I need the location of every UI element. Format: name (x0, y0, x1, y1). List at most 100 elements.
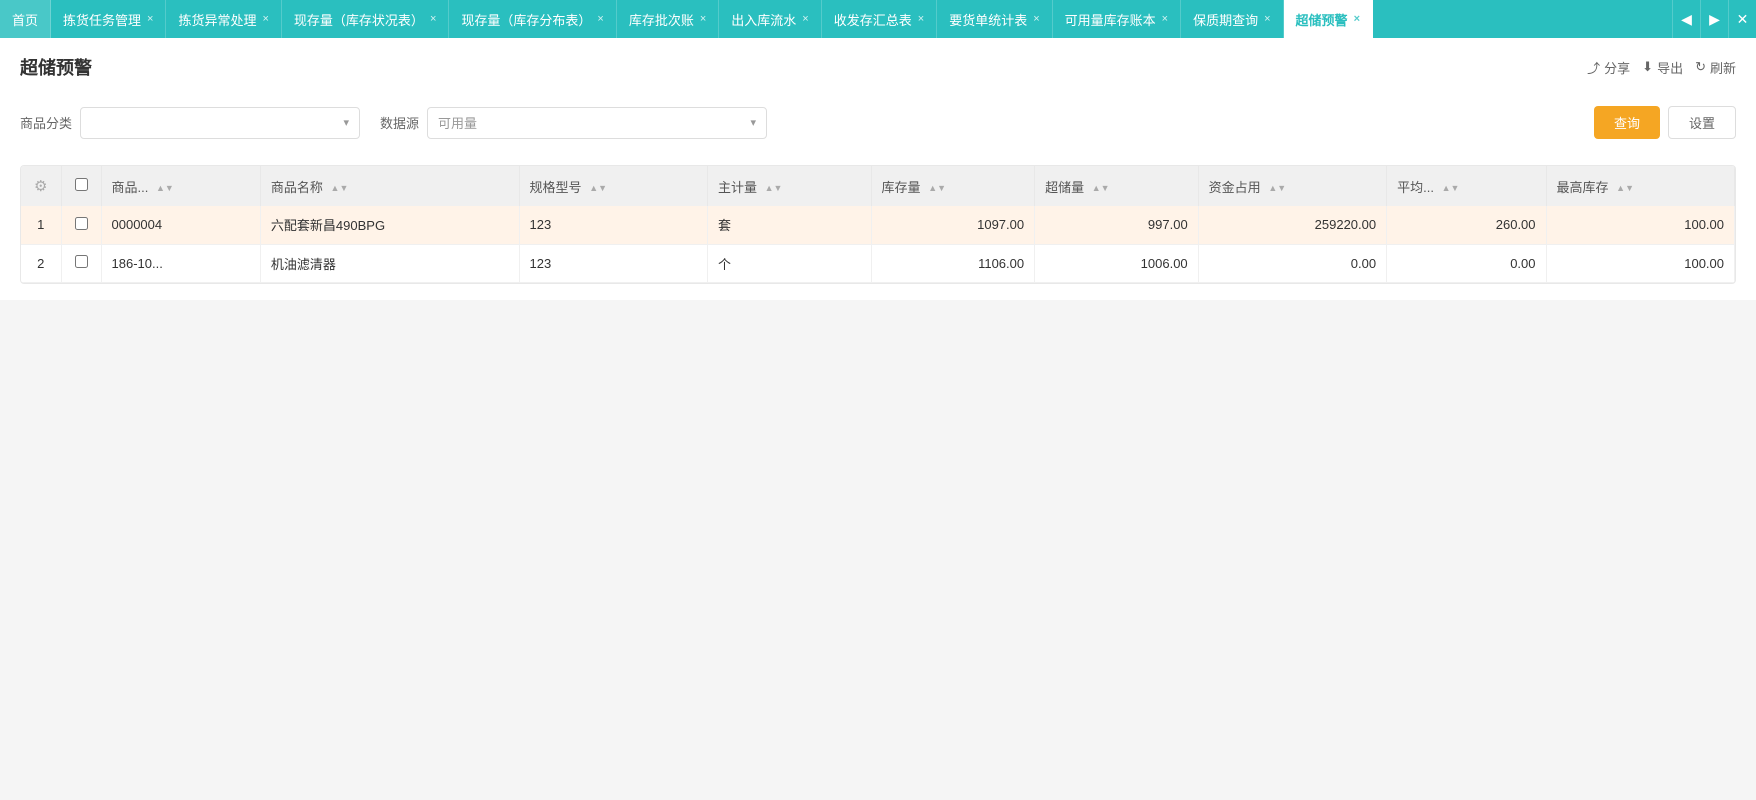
row-capital: 0.00 (1198, 244, 1386, 282)
nav-item-summary[interactable]: 收发存汇总表 × (822, 0, 937, 38)
nav-item-flow[interactable]: 出入库流水 × (719, 0, 821, 38)
nav-item-task-mgmt[interactable]: 拣货任务管理 × (51, 0, 166, 38)
row-overstock: 1006.00 (1035, 244, 1199, 282)
nav-item-home[interactable]: 首页 (0, 0, 51, 38)
row-checkbox-cell (61, 244, 101, 282)
row-checkbox-cell (61, 206, 101, 244)
close-icon[interactable]: × (262, 13, 268, 25)
close-icon[interactable]: × (1354, 13, 1360, 25)
row-stock: 1097.00 (871, 206, 1035, 244)
nav-item-order-stat[interactable]: 要货单统计表 × (937, 0, 1052, 38)
sort-icon[interactable]: ▲▼ (589, 184, 607, 193)
row-checkbox[interactable] (75, 255, 88, 268)
row-num-cell: 1 (21, 206, 61, 244)
sort-icon[interactable]: ▲▼ (765, 184, 783, 193)
category-select[interactable]: ▾ (80, 107, 360, 139)
row-unit: 套 (707, 206, 871, 244)
table-row: 1 0000004 六配套新昌490BPG 123 套 1097.00 997.… (21, 206, 1735, 244)
row-name: 六配套新昌490BPG (260, 206, 519, 244)
nav-close-button[interactable]: ✕ (1728, 0, 1756, 38)
export-icon: ⬇ (1642, 59, 1653, 75)
sort-icon[interactable]: ▲▼ (1616, 184, 1634, 193)
refresh-button[interactable]: ↻ 刷新 (1695, 58, 1736, 77)
settings-button[interactable]: 设置 (1668, 106, 1736, 139)
col-stock: 库存量 ▲▼ (871, 166, 1035, 206)
close-icon[interactable]: × (1264, 13, 1270, 25)
filter-buttons: 查询 设置 (1594, 106, 1736, 139)
sort-icon[interactable]: ▲▼ (1092, 184, 1110, 193)
select-all-cell (61, 166, 101, 206)
row-max-stock: 100.00 (1546, 206, 1734, 244)
row-num-cell: 2 (21, 244, 61, 282)
nav-arrows: ◀ ▶ ✕ (1672, 0, 1756, 38)
nav-item-quality[interactable]: 保质期查询 × (1181, 0, 1283, 38)
data-table-container: ⚙ 商品... ▲▼ 商品名称 ▲▼ 规格型号 ▲▼ (20, 165, 1736, 284)
col-unit: 主计量 ▲▼ (707, 166, 871, 206)
col-spec: 规格型号 ▲▼ (519, 166, 707, 206)
row-stock: 1106.00 (871, 244, 1035, 282)
nav-item-exception[interactable]: 拣货异常处理 × (166, 0, 281, 38)
category-filter: 商品分类 ▾ (20, 107, 360, 139)
nav-item-available[interactable]: 可用量库存账本 × (1053, 0, 1181, 38)
nav-item-stock-dist[interactable]: 现存量（库存分布表） × (449, 0, 616, 38)
col-capital: 资金占用 ▲▼ (1198, 166, 1386, 206)
datasource-select[interactable]: 可用量 ▾ (427, 107, 767, 139)
category-label: 商品分类 (20, 113, 72, 132)
settings-gear-cell: ⚙ (21, 166, 61, 206)
data-table: ⚙ 商品... ▲▼ 商品名称 ▲▼ 规格型号 ▲▼ (21, 166, 1735, 283)
row-name: 机油滤清器 (260, 244, 519, 282)
nav-next-button[interactable]: ▶ (1700, 0, 1728, 38)
row-spec: 123 (519, 206, 707, 244)
page-title: 超储预警 (20, 54, 92, 80)
share-icon: ⤴ (1587, 58, 1600, 77)
query-button[interactable]: 查询 (1594, 106, 1660, 139)
col-max-stock: 最高库存 ▲▼ (1546, 166, 1734, 206)
gear-icon[interactable]: ⚙ (34, 178, 47, 195)
close-icon[interactable]: × (1033, 13, 1039, 25)
row-avg: 0.00 (1387, 244, 1546, 282)
header-actions: ⤴ 分享 ⬇ 导出 ↻ 刷新 (1587, 58, 1736, 77)
sort-icon[interactable]: ▲▼ (156, 184, 174, 193)
nav-item-stock-status[interactable]: 现存量（库存状况表） × (282, 0, 449, 38)
close-icon[interactable]: × (918, 13, 924, 25)
row-code: 0000004 (101, 206, 260, 244)
table-header-row: ⚙ 商品... ▲▼ 商品名称 ▲▼ 规格型号 ▲▼ (21, 166, 1735, 206)
row-spec: 123 (519, 244, 707, 282)
sort-icon[interactable]: ▲▼ (928, 184, 946, 193)
close-icon[interactable]: × (147, 13, 153, 25)
row-avg: 260.00 (1387, 206, 1546, 244)
select-all-checkbox[interactable] (75, 178, 88, 191)
datasource-filter: 数据源 可用量 ▾ (380, 107, 767, 139)
filter-bar: 商品分类 ▾ 数据源 可用量 ▾ 查询 设置 (20, 96, 1736, 149)
top-navigation: 首页 拣货任务管理 × 拣货异常处理 × 现存量（库存状况表） × 现存量（库存… (0, 0, 1756, 38)
col-overstock: 超储量 ▲▼ (1035, 166, 1199, 206)
close-icon[interactable]: × (430, 13, 436, 25)
row-overstock: 997.00 (1035, 206, 1199, 244)
close-icon[interactable]: × (1162, 13, 1168, 25)
row-code: 186-10... (101, 244, 260, 282)
sort-icon[interactable]: ▲▼ (1442, 184, 1460, 193)
share-button[interactable]: ⤴ 分享 (1587, 58, 1630, 77)
chevron-down-icon: ▾ (751, 116, 757, 129)
page-header: 超储预警 ⤴ 分享 ⬇ 导出 ↻ 刷新 (20, 54, 1736, 80)
row-capital: 259220.00 (1198, 206, 1386, 244)
close-icon[interactable]: × (597, 13, 603, 25)
sort-icon[interactable]: ▲▼ (1268, 184, 1286, 193)
refresh-icon: ↻ (1695, 59, 1706, 75)
page-content: 超储预警 ⤴ 分享 ⬇ 导出 ↻ 刷新 商品分类 ▾ 数据源 (0, 38, 1756, 300)
row-max-stock: 100.00 (1546, 244, 1734, 282)
row-checkbox[interactable] (75, 217, 88, 230)
close-icon[interactable]: × (802, 13, 808, 25)
nav-item-overstock[interactable]: 超储预警 × (1284, 0, 1373, 38)
chevron-down-icon: ▾ (343, 116, 349, 129)
col-code: 商品... ▲▼ (101, 166, 260, 206)
row-unit: 个 (707, 244, 871, 282)
datasource-label: 数据源 (380, 113, 419, 132)
sort-icon[interactable]: ▲▼ (331, 184, 349, 193)
nav-prev-button[interactable]: ◀ (1672, 0, 1700, 38)
export-button[interactable]: ⬇ 导出 (1642, 58, 1683, 77)
close-icon[interactable]: × (700, 13, 706, 25)
nav-item-batch[interactable]: 库存批次账 × (617, 0, 719, 38)
col-avg: 平均... ▲▼ (1387, 166, 1546, 206)
col-name: 商品名称 ▲▼ (260, 166, 519, 206)
